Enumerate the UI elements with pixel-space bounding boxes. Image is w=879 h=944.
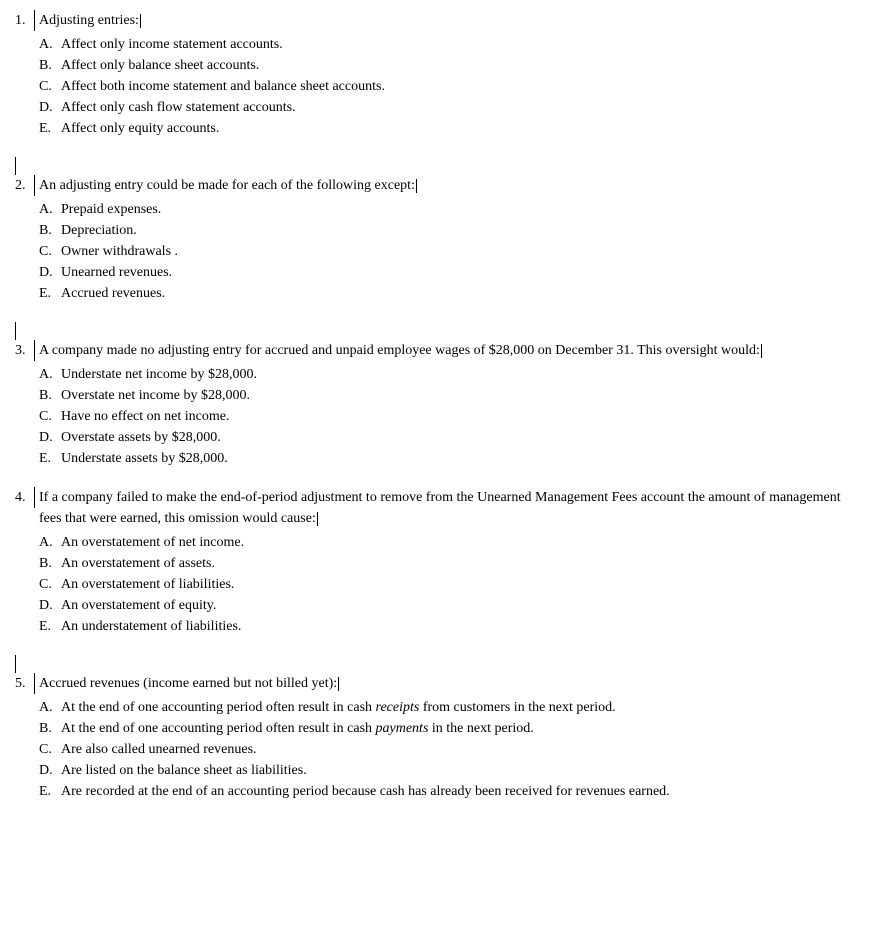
question-3-body: A company made no adjusting entry for ac… (39, 340, 864, 469)
q5-option-d: D. Are listed on the balance sheet as li… (39, 760, 864, 781)
question-3-number: 3. (15, 340, 35, 361)
q3-option-d: D. Overstate assets by $28,000. (39, 427, 864, 448)
q5-option-c: C. Are also called unearned revenues. (39, 739, 864, 760)
question-4-text: If a company failed to make the end-of-p… (39, 487, 864, 529)
question-2-text: An adjusting entry could be made for eac… (39, 175, 864, 196)
q4-option-e: E. An understatement of liabilities. (39, 616, 864, 637)
separator-2 (15, 322, 864, 340)
separator-4 (15, 655, 864, 673)
q2-option-d: D. Unearned revenues. (39, 262, 864, 283)
question-4: 4. If a company failed to make the end-o… (15, 487, 864, 637)
question-1-number: 1. (15, 10, 35, 31)
question-1-body: Adjusting entries: A. Affect only income… (39, 10, 864, 139)
question-4-body: If a company failed to make the end-of-p… (39, 487, 864, 637)
q4-option-c: C. An overstatement of liabilities. (39, 574, 864, 595)
q1-option-b: B. Affect only balance sheet accounts. (39, 55, 864, 76)
q5-option-a: A. At the end of one accounting period o… (39, 697, 864, 718)
q3-option-a: A. Understate net income by $28,000. (39, 364, 864, 385)
q4-option-d: D. An overstatement of equity. (39, 595, 864, 616)
question-5: 5. Accrued revenues (income earned but n… (15, 673, 864, 802)
q1-option-c: C. Affect both income statement and bala… (39, 76, 864, 97)
question-2-body: An adjusting entry could be made for eac… (39, 175, 864, 304)
q4-option-a: A. An overstatement of net income. (39, 532, 864, 553)
q1-option-d: D. Affect only cash flow statement accou… (39, 97, 864, 118)
question-2: 2. An adjusting entry could be made for … (15, 175, 864, 304)
question-4-number: 4. (15, 487, 35, 508)
q1-option-a: A. Affect only income statement accounts… (39, 34, 864, 55)
questions-container: 1. Adjusting entries: A. Affect only inc… (15, 10, 864, 802)
question-5-body: Accrued revenues (income earned but not … (39, 673, 864, 802)
question-2-number: 2. (15, 175, 35, 196)
q3-option-e: E. Understate assets by $28,000. (39, 448, 864, 469)
q2-option-b: B. Depreciation. (39, 220, 864, 241)
q3-option-b: B. Overstate net income by $28,000. (39, 385, 864, 406)
question-5-number: 5. (15, 673, 35, 694)
question-1: 1. Adjusting entries: A. Affect only inc… (15, 10, 864, 139)
q2-option-a: A. Prepaid expenses. (39, 199, 864, 220)
q3-option-c: C. Have no effect on net income. (39, 406, 864, 427)
question-5-text: Accrued revenues (income earned but not … (39, 673, 864, 694)
q4-option-b: B. An overstatement of assets. (39, 553, 864, 574)
q2-option-e: E. Accrued revenues. (39, 283, 864, 304)
q5-option-e: E. Are recorded at the end of an account… (39, 781, 864, 802)
q2-option-c: C. Owner withdrawals . (39, 241, 864, 262)
separator-1 (15, 157, 864, 175)
q5-option-b: B. At the end of one accounting period o… (39, 718, 864, 739)
q1-option-e: E. Affect only equity accounts. (39, 118, 864, 139)
question-3: 3. A company made no adjusting entry for… (15, 340, 864, 469)
question-3-text: A company made no adjusting entry for ac… (39, 340, 864, 361)
question-1-text: Adjusting entries: (39, 10, 864, 31)
